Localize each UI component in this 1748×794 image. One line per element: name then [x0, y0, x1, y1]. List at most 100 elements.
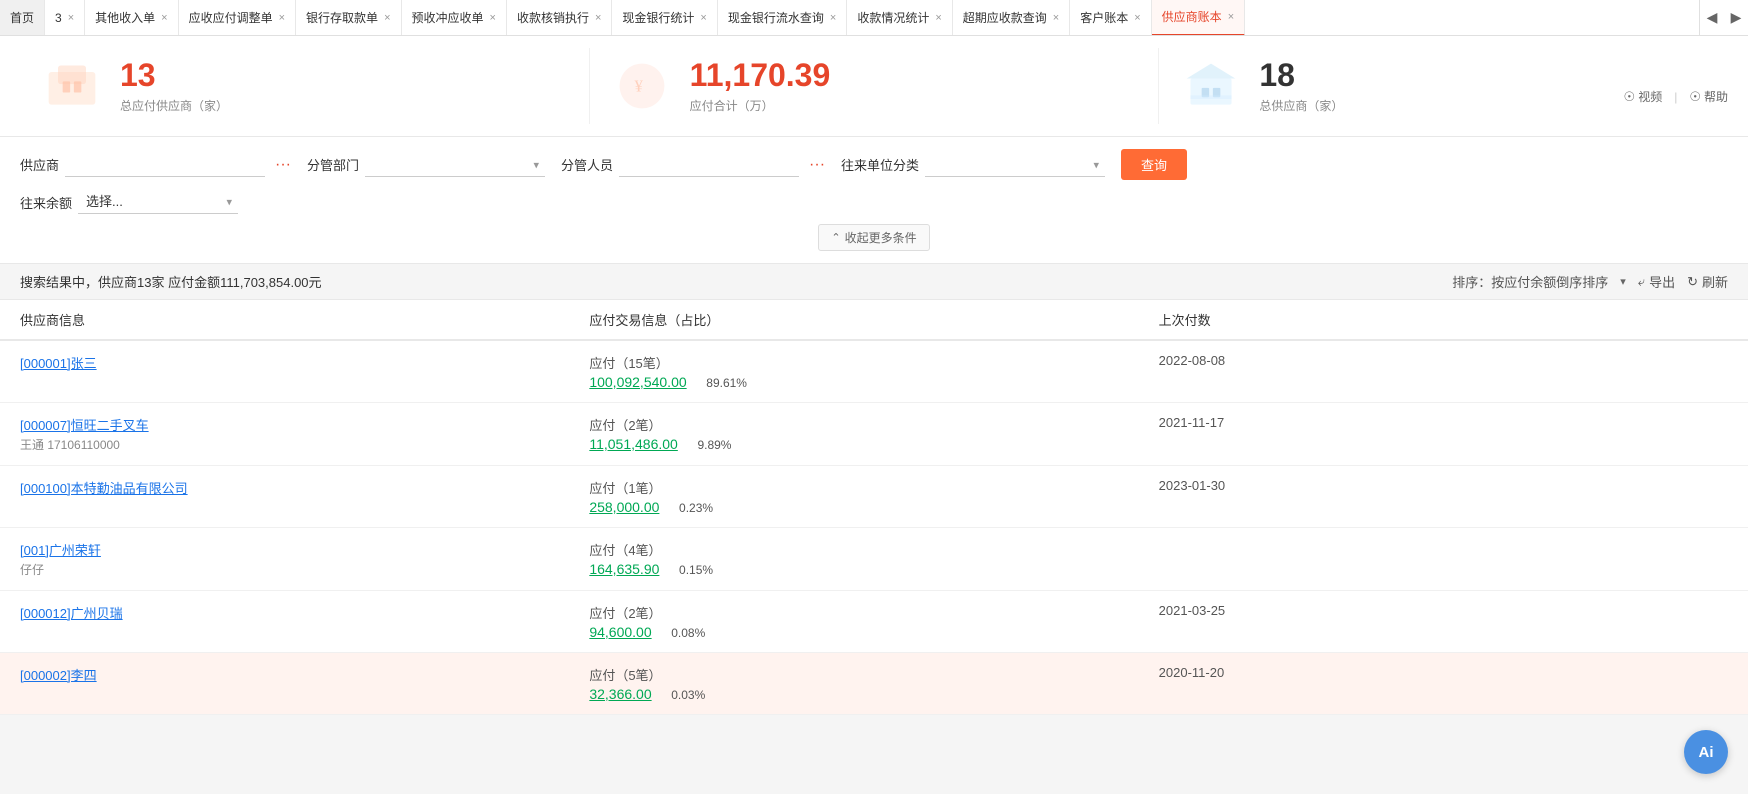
nav-tab-home-label: 首页 [10, 9, 34, 26]
filter-balance: 往来余额 选择... [20, 190, 238, 214]
table-header: 供应商信息 应付交易信息（占比） 上次付数 [0, 300, 1748, 341]
page-wrapper: 首页 3 × 其他收入单 × 应收应付调整单 × 银行存取款单 × 预收冲应收单… [0, 0, 1748, 794]
nav-tab-customer-ledger[interactable]: 客户账本 × [1070, 0, 1151, 36]
close-icon-overdue-query[interactable]: × [1053, 12, 1059, 24]
close-icon-customer-ledger[interactable]: × [1134, 12, 1140, 24]
card-number-1: 13 [120, 58, 228, 93]
last-payment-5: 2020-11-20 [1159, 665, 1728, 680]
refresh-button[interactable]: ↻ 刷新 [1687, 272, 1728, 291]
nav-tab-payment-verify-label: 收款核销执行 [517, 9, 589, 26]
supplier-dots-icon[interactable]: ··· [275, 156, 291, 174]
nav-tab-cash-bank-stat[interactable]: 现金银行统计 × [612, 0, 717, 36]
top-nav: 首页 3 × 其他收入单 × 应收应付调整单 × 银行存取款单 × 预收冲应收单… [0, 0, 1748, 36]
ai-button[interactable]: Ai [1684, 730, 1728, 774]
close-icon-other-income[interactable]: × [161, 12, 167, 24]
close-icon-bank-deposit[interactable]: × [384, 12, 390, 24]
table-row: [001]广州荣轩 仔仔 应付（4笔） 164,635.90 0.15% [0, 528, 1748, 591]
amount-percent-1: 9.89% [697, 438, 731, 452]
sort-chevron-icon: ▾ [1620, 275, 1626, 288]
card-icon-store [1179, 54, 1243, 118]
department-label: 分管部门 [307, 155, 359, 174]
amount-row-0: 100,092,540.00 89.61% [589, 374, 1158, 390]
amount-row-2: 258,000.00 0.23% [589, 499, 1158, 515]
supplier-label: 供应商 [20, 155, 59, 174]
close-icon-receipt-stat[interactable]: × [935, 12, 941, 24]
supplier-link-0[interactable]: [000001]张三 [20, 353, 589, 372]
summary-section: 13 总应付供应商（家） ¥ 11,170.39 应付合计（万） [0, 36, 1748, 137]
amount-label-4: 应付（2笔） [589, 603, 1158, 622]
category-select[interactable] [925, 153, 1105, 177]
ai-label: Ai [1699, 744, 1714, 761]
filter-category: 往来单位分类 [841, 153, 1105, 177]
export-label: 导出 [1649, 272, 1675, 291]
supplier-sub-3: 仔仔 [20, 561, 589, 578]
nav-prev-arrow[interactable]: ◀ [1700, 0, 1724, 36]
nav-next-arrow[interactable]: ▶ [1724, 0, 1748, 36]
supplier-link-3[interactable]: [001]广州荣轩 [20, 540, 589, 559]
video-label: 视频 [1638, 88, 1662, 105]
export-icon: ⤶ [1638, 274, 1645, 290]
nav-tab-3[interactable]: 3 × [45, 0, 85, 36]
table-row: [000100]本特勤油品有限公司 应付（1笔） 258,000.00 0.23… [0, 466, 1748, 528]
nav-tab-payment-verify[interactable]: 收款核销执行 × [507, 0, 612, 36]
nav-tab-prepay-receive[interactable]: 预收冲应收单 × [402, 0, 507, 36]
amount-value-5[interactable]: 32,366.00 [589, 686, 651, 702]
balance-select[interactable]: 选择... [78, 190, 238, 214]
nav-tab-bank-deposit[interactable]: 银行存取款单 × [296, 0, 401, 36]
col-header-transaction: 应付交易信息（占比） [589, 310, 1158, 329]
amount-value-2[interactable]: 258,000.00 [589, 499, 659, 515]
person-input[interactable] [619, 153, 799, 177]
supplier-link-2[interactable]: [000100]本特勤油品有限公司 [20, 478, 589, 497]
filter-row-2: 往来余额 选择... [20, 190, 1728, 214]
supplier-link-5[interactable]: [000002]李四 [20, 665, 589, 684]
amount-value-4[interactable]: 94,600.00 [589, 624, 651, 640]
collapse-section: ⌃ 收起更多条件 [20, 224, 1728, 251]
department-select[interactable] [365, 153, 545, 177]
col-header-supplier: 供应商信息 [20, 310, 589, 329]
close-icon-3[interactable]: × [68, 12, 74, 24]
nav-tab-other-income[interactable]: 其他收入单 × [85, 0, 178, 36]
amount-cell-3: 应付（4笔） 164,635.90 0.15% [589, 540, 1158, 577]
supplier-input[interactable] [65, 153, 265, 177]
nav-tab-overdue-query[interactable]: 超期应收款查询 × [953, 0, 1070, 36]
close-icon-cash-bank-stat[interactable]: × [700, 12, 706, 24]
collapse-button[interactable]: ⌃ 收起更多条件 [818, 224, 929, 251]
export-button[interactable]: ⤶ 导出 [1638, 272, 1675, 291]
nav-tab-supplier-ledger[interactable]: 供应商账本 × [1152, 0, 1245, 36]
nav-tab-cash-bank-query[interactable]: 现金银行流水查询 × [718, 0, 847, 36]
nav-tab-prepay-receive-label: 预收冲应收单 [412, 9, 484, 26]
card-icon-amount: ¥ [610, 54, 674, 118]
close-icon-cash-bank-query[interactable]: × [830, 12, 836, 24]
filter-supplier: 供应商 ··· [20, 153, 291, 177]
nav-tab-cash-bank-stat-label: 现金银行统计 [622, 9, 694, 26]
summary-card-3: 18 总供应商（家） [1159, 48, 1728, 124]
supplier-link-4[interactable]: [000012]广州贝瑞 [20, 603, 589, 622]
close-icon-prepay-receive[interactable]: × [490, 12, 496, 24]
amount-value-3[interactable]: 164,635.90 [589, 561, 659, 577]
video-link[interactable]: ☉ 视频 [1624, 88, 1663, 105]
amount-percent-0: 89.61% [706, 376, 747, 390]
nav-tab-supplier-ledger-label: 供应商账本 [1162, 8, 1222, 25]
search-button[interactable]: 查询 [1121, 149, 1187, 180]
help-label: 帮助 [1704, 88, 1728, 105]
person-dots-icon[interactable]: ··· [809, 156, 825, 174]
card-info-3: 18 总供应商（家） [1259, 58, 1343, 114]
close-icon-payment-verify[interactable]: × [595, 12, 601, 24]
supplier-link-1[interactable]: [000007]恒旺二手叉车 [20, 415, 589, 434]
table-row: [000012]广州贝瑞 应付（2笔） 94,600.00 0.08% 2021… [0, 591, 1748, 653]
last-payment-4: 2021-03-25 [1159, 603, 1728, 618]
last-payment-1: 2021-11-17 [1159, 415, 1728, 430]
amount-percent-2: 0.23% [679, 501, 713, 515]
help-link[interactable]: ☉ 帮助 [1689, 88, 1728, 105]
supplier-info-4: [000012]广州贝瑞 [20, 603, 589, 622]
close-icon-ar-ap-adjust[interactable]: × [279, 12, 285, 24]
amount-value-0[interactable]: 100,092,540.00 [589, 374, 686, 390]
help-section: ☉ 视频 | ☉ 帮助 [1624, 88, 1728, 105]
nav-tab-home[interactable]: 首页 [0, 0, 45, 36]
nav-tab-receipt-stat[interactable]: 收款情况统计 × [847, 0, 952, 36]
refresh-label: 刷新 [1702, 272, 1728, 291]
nav-tab-ar-ap-adjust[interactable]: 应收应付调整单 × [179, 0, 296, 36]
close-icon-supplier-ledger[interactable]: × [1228, 11, 1234, 23]
table-row: [000007]恒旺二手叉车 王通 17106110000 应付（2笔） 11,… [0, 403, 1748, 466]
amount-value-1[interactable]: 11,051,486.00 [589, 436, 678, 452]
